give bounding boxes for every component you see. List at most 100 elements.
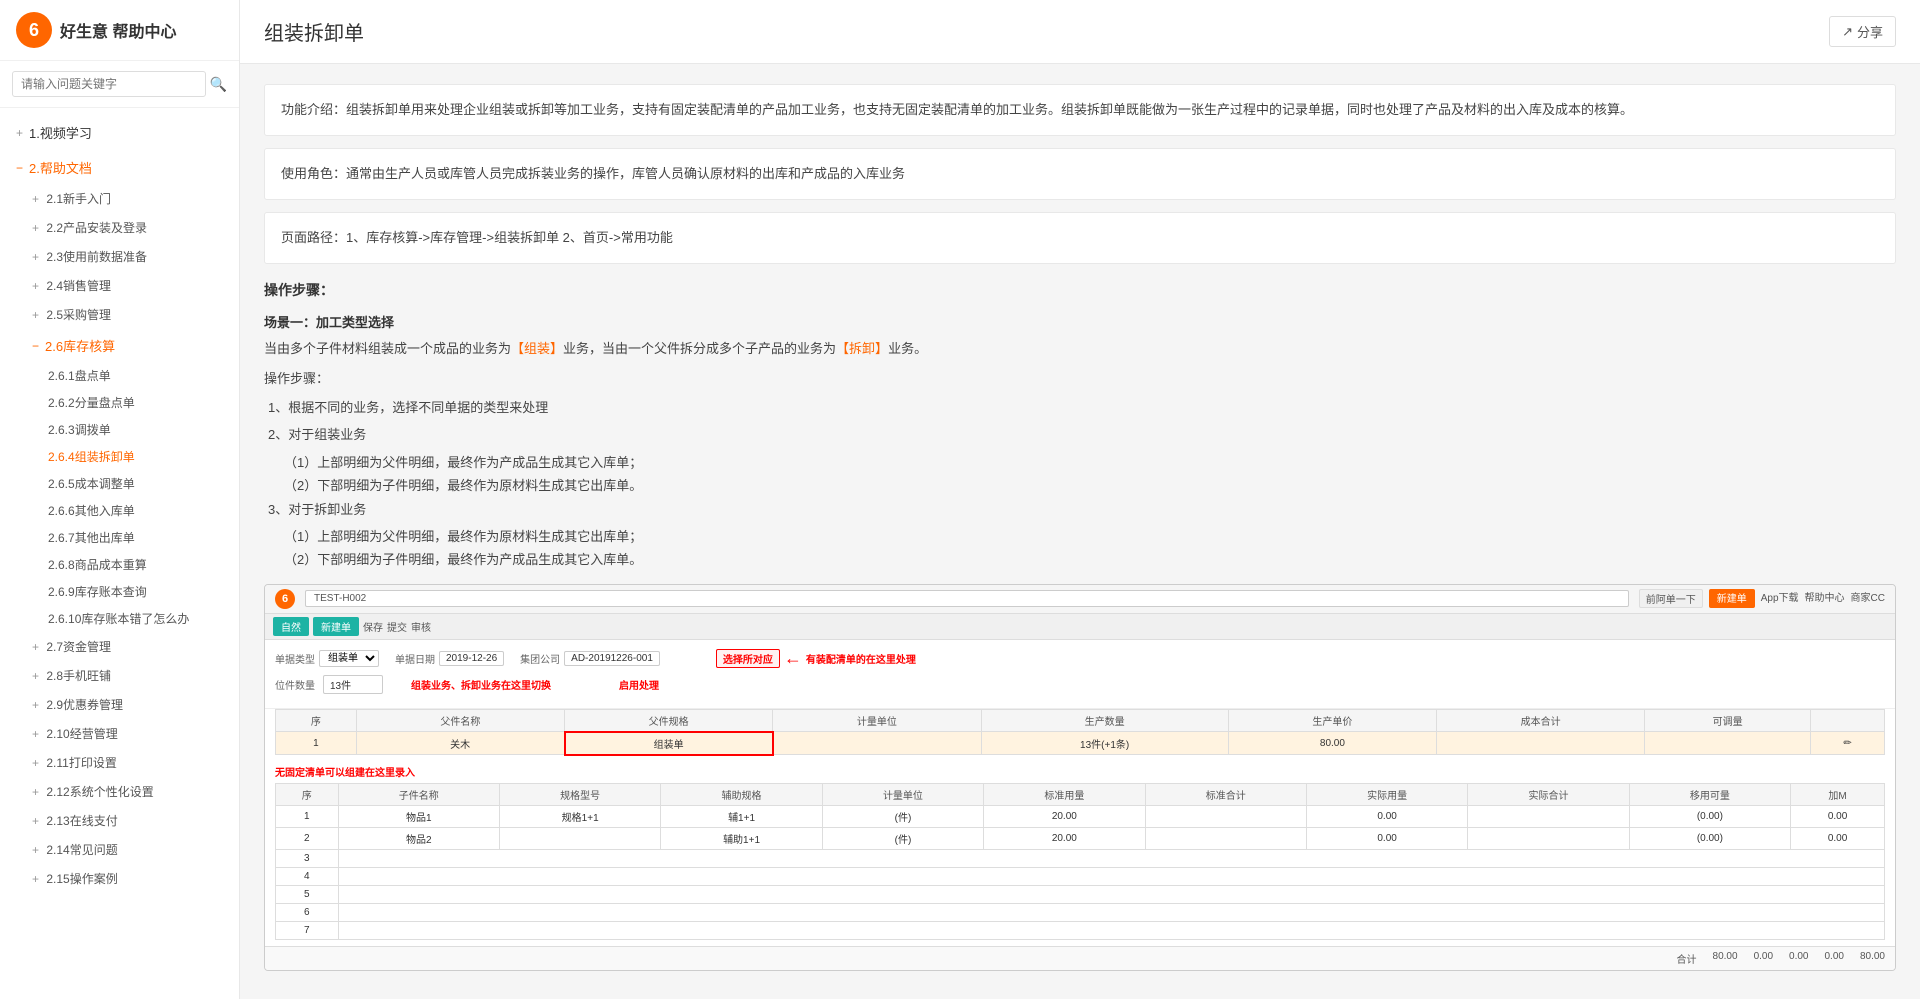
logo-text: 好生意 帮助中心 [60,18,176,42]
form-field-date: 单据日期 2019-12-26 [395,651,504,666]
nav-group-inventory: − 2.6库存核算 2.6.1盘点单 2.6.2分量盘点单 2.6.3调拨单 2… [32,329,239,632]
sidebar-item-other-in[interactable]: 2.6.6其他入库单 [48,497,239,524]
bcell-std-total [1145,805,1306,827]
tab-new[interactable]: 新建单 [313,617,359,636]
bcol-aux: 辅助规格 [661,783,822,805]
sidebar-item-cases[interactable]: + 2.15操作案例 [32,864,239,893]
sidebar-item-install[interactable]: + 2.2产品安装及登录 [32,213,239,242]
tab-natural[interactable]: 自然 [273,617,309,636]
bottom-table-body: 1 物品1 规格1+1 辅1+1 (件) 20.00 0.00 (0.00) [276,805,1885,939]
col-action [1811,709,1885,732]
btn-prev[interactable]: 前阿单一下 [1639,589,1703,608]
col-total: 成本合计 [1437,709,1645,732]
bcell-act-qty: 0.00 [1306,805,1467,827]
step-2: 2、对于组装业务 [264,423,1896,446]
nav-icon-review[interactable]: 审核 [411,619,431,634]
col-price: 生产单价 [1228,709,1436,732]
sidebar-item-other-out[interactable]: 2.6.7其他出库单 [48,524,239,551]
sidebar-item-inventory[interactable]: − 2.6库存核算 [32,329,239,362]
callout-assembly: 选择所对应 ← 有装配清单的在这里处理 [716,648,916,669]
sidebar-item-prepare[interactable]: + 2.3使用前数据准备 [32,242,239,271]
sidebar-item-goods-cost[interactable]: 2.6.8商品成本重算 [48,551,239,578]
bcol-std-total: 标准合计 [1145,783,1306,805]
sidebar-item-stock-check[interactable]: 2.6.1盘点单 [48,362,239,389]
sidebar-item-beginner[interactable]: + 2.1新手入门 [32,184,239,213]
sidebar-item-video[interactable]: + 1.视频学习 [0,116,239,149]
sidebar-item-finance[interactable]: + 2.7资金管理 [32,632,239,661]
sidebar-item-faq[interactable]: + 2.14常见问题 [32,835,239,864]
bcol-m: 加M [1791,783,1885,805]
bcell-seq: 4 [276,867,339,885]
role-text: 使用角色：通常由生产人员或库管人员完成拆装业务的操作，库管人员确认原材料的出库和… [281,166,905,181]
field-value-qty[interactable]: 13件 [323,675,383,694]
bcell-empty [338,885,1884,903]
bcell-std-qty: 20.00 [984,827,1145,849]
screenshot-container: 6 TEST-H002 前阿单一下 新建单 App下载 帮助中心 商家CC 自然… [264,584,1896,971]
sidebar-item-mobile[interactable]: + 2.8手机旺铺 [32,661,239,690]
cell-avail [1645,732,1811,755]
bcell-empty [338,849,1884,867]
sidebar-item-assembly[interactable]: 2.6.4组装拆卸单 [48,443,239,470]
sidebar-item-account-error[interactable]: 2.6.10库存账本错了怎么办 [48,605,239,632]
sidebar-item-operation[interactable]: + 2.10经营管理 [32,719,239,748]
sidebar-item-label: 2.6库存核算 [45,336,115,355]
logo-icon: 6 [16,12,52,48]
bcell-seq: 7 [276,921,339,939]
share-label: 分享 [1857,22,1883,41]
btn-new[interactable]: 新建单 [1709,589,1755,608]
share-button[interactable]: ↗ 分享 [1829,16,1896,47]
sidebar-item-label: 2.帮助文档 [29,158,92,177]
field-select-type[interactable]: 组装单 拆卸单 [319,650,379,667]
sidebar-item-print[interactable]: + 2.11打印设置 [32,748,239,777]
app-bottom-table-area: 序 子件名称 规格型号 辅助规格 计量单位 标准用量 标准合计 实际用量 实际合… [265,783,1895,946]
sidebar-item-coupon[interactable]: + 2.9优惠券管理 [32,690,239,719]
sidebar-item-docs[interactable]: − 2.帮助文档 [0,151,239,184]
expand-icon: + [16,126,23,140]
bcol-moved: 移用可量 [1629,783,1790,805]
callout-no-template-text: 无固定清单可以组建在这里录入 [275,768,415,779]
col-unit: 计量单位 [773,709,981,732]
nav-group-video: + 1.视频学习 [0,116,239,149]
nav-icon-save[interactable]: 保存 [363,619,383,634]
search-area: 🔍 [0,61,239,108]
sidebar-item-cost-adjust[interactable]: 2.6.5成本调整单 [48,470,239,497]
sidebar-item-partial-check[interactable]: 2.6.2分量盘点单 [48,389,239,416]
scene1-desc: 当由多个子件材料组装成一个成品的业务为【组装】业务，当由一个父件拆分成多个子产品… [264,337,1896,360]
search-icon[interactable]: 🔍 [210,76,227,93]
app-icon-download: App下载 [1761,589,1799,608]
table-row: 2 物品2 辅助1+1 (件) 20.00 0.00 (0.00) 0.0 [276,827,1885,849]
search-input[interactable] [12,71,206,97]
bcell-spec [499,827,660,849]
page-title: 组装拆卸单 [264,17,364,46]
sidebar-item-sales[interactable]: + 2.4销售管理 [32,271,239,300]
nav-group-docs: − 2.帮助文档 + 2.1新手入门 + 2.2产品安装及登录 + 2.3使用前… [0,151,239,893]
docs-sub-items: + 2.1新手入门 + 2.2产品安装及登录 + 2.3使用前数据准备 + 2.… [0,184,239,893]
sidebar-item-purchase[interactable]: + 2.5采购管理 [32,300,239,329]
sidebar-item-stock-query[interactable]: 2.6.9库存账本查询 [48,578,239,605]
field-value-no[interactable]: AD-20191226-001 [564,651,660,666]
app-nav-bar: 自然 新建单 保存 提交 审核 [265,614,1895,640]
sidebar-nav: + 1.视频学习 − 2.帮助文档 + 2.1新手入门 + 2.2产品安装及登录 [0,108,239,999]
bcell-moved: (0.00) [1629,827,1790,849]
table-row: 5 [276,885,1885,903]
app-logo: 6 [275,589,295,609]
footer-label: 合计 [1677,951,1697,966]
sidebar-item-online-pay[interactable]: + 2.13在线支付 [32,806,239,835]
field-value-date[interactable]: 2019-12-26 [439,651,504,666]
top-table-header: 序 父件名称 父件规格 计量单位 生产数量 生产单价 成本合计 可调量 [276,709,1885,732]
bcell-seq: 6 [276,903,339,921]
nav-icon-submit[interactable]: 提交 [387,619,407,634]
bcell-empty [338,903,1884,921]
sidebar-item-system[interactable]: + 2.12系统个性化设置 [32,777,239,806]
callout-no-template: 无固定清单可以组建在这里录入 [265,762,1895,781]
form-field-no: 集团公司 AD-20191226-001 [520,651,660,666]
bcell-act-total [1468,827,1629,849]
step-2-1: （1）上部明细为父件明细，最终作为产成品生成其它入库单； [264,451,1896,474]
bcell-seq: 5 [276,885,339,903]
bcol-act-qty: 实际用量 [1306,783,1467,805]
sidebar-item-transfer[interactable]: 2.6.3调拨单 [48,416,239,443]
cell-edit[interactable]: ✏ [1811,732,1885,755]
bcell-seq: 1 [276,805,339,827]
field-label-qty: 位件数量 [275,677,315,692]
sidebar: 6 好生意 帮助中心 🔍 + 1.视频学习 − 2.帮助文档 + 2.1新手入门 [0,0,240,999]
